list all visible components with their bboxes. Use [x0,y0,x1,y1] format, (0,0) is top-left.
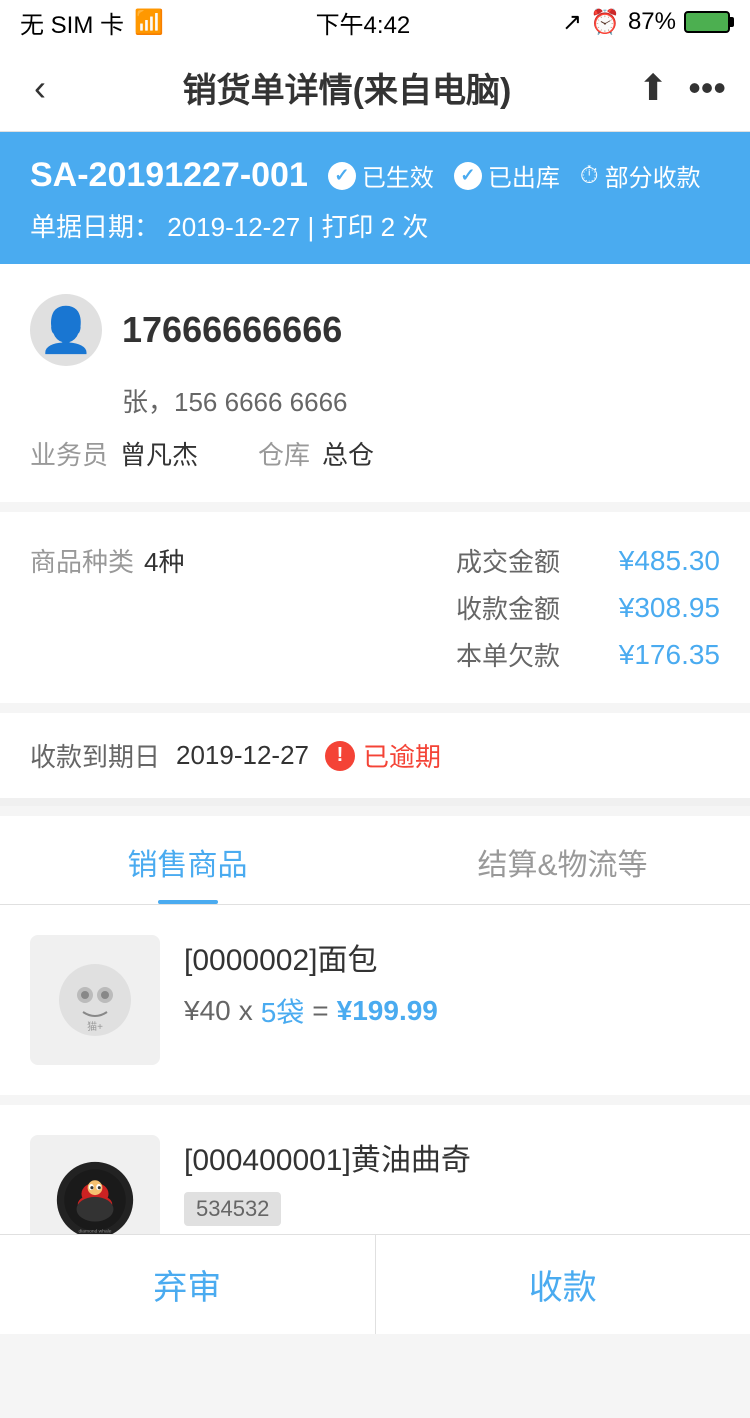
deal-amount-value: ¥485.30 [590,545,720,577]
owed-label: 本单欠款 [456,636,560,673]
product-total-1: ¥199.99 [337,995,438,1027]
product-eq-1: = [312,995,328,1027]
status-effective: ✓ 已生效 [328,158,434,193]
overdue-icon: ! [325,741,355,771]
product-name-1: [0000002]面包 [184,935,720,979]
salesperson-meta: 业务员 曾凡杰 [30,435,198,472]
nav-right-actions: ⬆ ••• [638,67,726,109]
header-banner: SA-20191227-001 ✓ 已生效 ✓ 已出库 ⏱ 部分收款 单据日期：… [0,132,750,264]
product-image-icon-1: 猫+ [55,960,135,1040]
check-icon-1: ✓ [328,162,356,190]
product-category-count: 商品种类 4种 [30,542,184,579]
product-price-1: ¥40 [184,995,231,1027]
product-name-2: [000400001]黄油曲奇 [184,1135,720,1179]
order-status-row: SA-20191227-001 ✓ 已生效 ✓ 已出库 ⏱ 部分收款 [30,156,720,195]
status-shipped-label: 已出库 [488,158,560,193]
status-bar: 无 SIM 卡 📶 下午4:42 ↗ ⏰ 87% [0,0,750,44]
status-shipped: ✓ 已出库 [454,158,560,193]
status-partial: ⏱ 部分收款 [580,158,701,193]
carrier-text: 无 SIM 卡 [20,5,124,40]
nav-bar: ‹ 销货单详情(来自电脑) ⬆ ••• [0,44,750,132]
product-tag-2: 534532 [184,1192,281,1226]
due-date-value: 2019-12-27 [176,740,309,771]
wifi-icon: 📶 [134,8,164,37]
stats-left: 商品种类 4种 [30,542,184,579]
category-value: 4种 [144,542,184,579]
received-row: 收款金额 ¥308.95 [456,589,720,626]
status-left: 无 SIM 卡 📶 [20,5,164,40]
warehouse-meta: 仓库 总仓 [258,435,374,472]
bottom-bar: 弃审 收款 [0,1234,750,1334]
overdue-text: 已逾期 [363,737,441,774]
confirm-button[interactable]: 收款 [376,1235,750,1334]
due-date-section: 收款到期日 2019-12-27 ! 已逾期 [0,713,750,806]
svg-text:猫+: 猫+ [87,1020,103,1033]
salesperson-label: 业务员 [30,435,108,472]
cancel-label: 弃审 [153,1260,221,1309]
customer-section: 👤 17666666666 张，156 6666 6666 业务员 曾凡杰 仓库… [0,264,750,502]
deal-amount-row: 成交金额 ¥485.30 [456,542,720,579]
share-button[interactable]: ⬆ [638,67,668,109]
owed-value: ¥176.35 [590,639,720,671]
due-date-label: 收款到期日 [30,737,160,774]
product-info-1: [0000002]面包 ¥40 x 5袋 = ¥199.99 [184,935,720,1031]
status-effective-label: 已生效 [362,158,434,193]
location-icon: ↗ [562,8,582,37]
back-button[interactable]: ‹ [24,57,56,119]
product-image-1: 猫+ [30,935,160,1065]
product-price-row-1: ¥40 x 5袋 = ¥199.99 [184,991,720,1031]
cancel-button[interactable]: 弃审 [0,1235,376,1334]
more-button[interactable]: ••• [688,67,726,109]
stats-section: 商品种类 4种 成交金额 ¥485.30 收款金额 ¥308.95 本单欠款 ¥… [0,512,750,703]
avatar: 👤 [30,294,102,366]
deal-amount-label: 成交金额 [456,542,560,579]
received-value: ¥308.95 [590,592,720,624]
product-item: 猫+ [0000002]面包 ¥40 x 5袋 = ¥199.99 [0,905,750,1095]
overdue-badge: ! 已逾期 [325,737,441,774]
product-image-icon-2: diamond whale [55,1160,135,1240]
alarm-icon: ⏰ [590,8,620,37]
stats-right: 成交金额 ¥485.30 收款金额 ¥308.95 本单欠款 ¥176.35 [456,542,720,673]
tab-settlement-label: 结算&物流等 [477,849,647,882]
battery-icon [684,11,730,33]
order-date: 2019-12-27 [167,212,300,242]
received-label: 收款金额 [456,589,560,626]
tab-sales-label: 销售商品 [128,849,248,882]
header-date-row: 单据日期： 2019-12-27 | 打印 2 次 [30,207,720,244]
warehouse-value: 总仓 [322,435,374,472]
warehouse-label: 仓库 [258,435,310,472]
customer-meta: 业务员 曾凡杰 仓库 总仓 [30,435,720,472]
status-right: ↗ ⏰ 87% [562,8,730,37]
check-icon-2: ✓ [454,162,482,190]
date-label: 单据日期： [30,212,160,242]
customer-contact: 张，156 6666 6666 [30,382,720,419]
salesperson-value: 曾凡杰 [120,435,198,472]
tab-sales-products[interactable]: 销售商品 [0,816,375,904]
tab-settlement[interactable]: 结算&物流等 [375,816,750,904]
clock-icon: ⏱ [580,162,599,190]
print-info: | 打印 2 次 [307,212,428,242]
status-time: 下午4:42 [316,5,411,40]
tabs-section: 销售商品 结算&物流等 [0,816,750,905]
product-qty-1: 5袋 [261,991,305,1031]
category-label: 商品种类 [30,542,134,579]
page-title: 销货单详情(来自电脑) [56,63,638,112]
product-x-1: x [239,995,253,1027]
customer-id: 17666666666 [122,309,342,351]
confirm-label: 收款 [529,1260,597,1309]
battery-text: 87% [628,8,676,36]
status-partial-label: 部分收款 [605,158,701,193]
customer-row: 👤 17666666666 [30,294,720,366]
owed-row: 本单欠款 ¥176.35 [456,636,720,673]
order-number: SA-20191227-001 [30,156,308,195]
avatar-icon: 👤 [39,304,94,356]
